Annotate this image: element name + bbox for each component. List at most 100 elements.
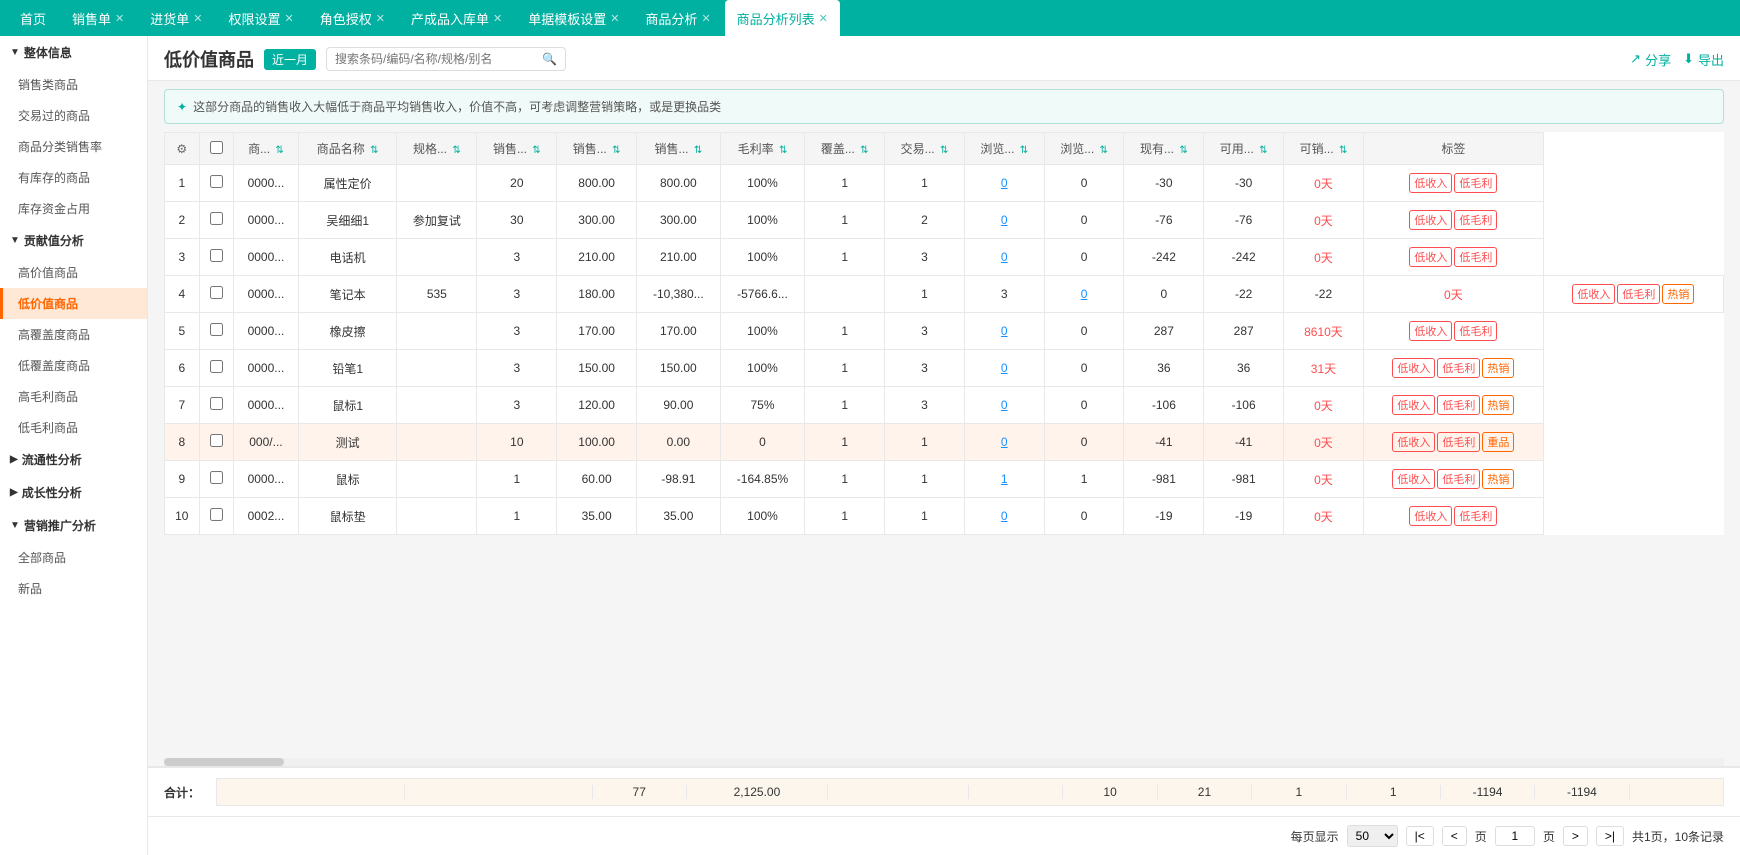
sidebar-item-low-margin[interactable]: 低毛利商品 — [0, 412, 147, 443]
nav-purchase[interactable]: 进货单 ✕ — [138, 0, 214, 36]
browse1-link[interactable]: 0 — [1081, 287, 1088, 301]
last-page-button[interactable]: >| — [1596, 826, 1624, 846]
nav-home[interactable]: 首页 — [8, 0, 58, 36]
cell-num: 9 — [165, 461, 200, 498]
page-number-input[interactable] — [1495, 826, 1535, 846]
cell-checkbox[interactable] — [199, 276, 233, 313]
cell-days: 0天 — [1284, 498, 1364, 535]
sidebar-item-stocked-goods[interactable]: 有库存的商品 — [0, 162, 147, 193]
sidebar-item-sales-goods[interactable]: 销售类商品 — [0, 69, 147, 100]
cell-current-stock: -981 — [1124, 461, 1204, 498]
prev-page-button[interactable]: < — [1442, 826, 1467, 846]
sidebar-item-high-coverage[interactable]: 高覆盖度商品 — [0, 319, 147, 350]
nav-close-template[interactable]: ✕ — [610, 12, 619, 25]
sidebar-item-low-coverage[interactable]: 低覆盖度商品 — [0, 350, 147, 381]
sidebar-section-overview[interactable]: ▼ 整体信息 — [0, 36, 147, 69]
col-settings[interactable]: ⚙ — [165, 133, 200, 165]
row-checkbox[interactable] — [210, 249, 223, 262]
browse1-link[interactable]: 0 — [1001, 250, 1008, 264]
search-icon[interactable]: 🔍 — [542, 52, 557, 66]
per-page-select[interactable]: 50 100 200 — [1347, 825, 1398, 847]
col-sellable: 可销... ⇅ — [1284, 133, 1364, 165]
nav-role-auth[interactable]: 角色授权 ✕ — [308, 0, 397, 36]
cell-checkbox[interactable] — [199, 498, 233, 535]
browse1-link[interactable]: 1 — [1001, 472, 1008, 486]
period-badge[interactable]: 近一月 — [264, 49, 316, 70]
nav-warehouse[interactable]: 产成品入库单 ✕ — [399, 0, 514, 36]
nav-template[interactable]: 单据模板设置 ✕ — [516, 0, 631, 36]
share-icon: ↗ — [1630, 51, 1641, 67]
row-checkbox[interactable] — [210, 508, 223, 521]
browse1-link[interactable]: 0 — [1001, 324, 1008, 338]
col-checkbox[interactable] — [199, 133, 233, 165]
cell-checkbox[interactable] — [199, 424, 233, 461]
table-row: 10 0002... 鼠标垫 1 35.00 35.00 100% 1 1 0 … — [165, 498, 1724, 535]
row-checkbox[interactable] — [210, 360, 223, 373]
cell-checkbox[interactable] — [199, 350, 233, 387]
browse1-link[interactable]: 0 — [1001, 509, 1008, 523]
nav-close-goods-list[interactable]: ✕ — [819, 12, 828, 25]
nav-close-sales[interactable]: ✕ — [115, 12, 124, 25]
browse1-link[interactable]: 0 — [1001, 213, 1008, 227]
cell-checkbox[interactable] — [199, 239, 233, 276]
cell-browse1: 0 — [964, 165, 1044, 202]
table-row: 6 0000... 铅笔1 3 150.00 150.00 100% 1 3 0… — [165, 350, 1724, 387]
nav-close-purchase[interactable]: ✕ — [193, 12, 202, 25]
nav-close-role-auth[interactable]: ✕ — [376, 12, 385, 25]
share-button[interactable]: ↗ 分享 — [1630, 50, 1671, 69]
scrollbar-thumb[interactable] — [164, 758, 284, 766]
row-checkbox[interactable] — [210, 212, 223, 225]
sidebar-item-traded-goods[interactable]: 交易过的商品 — [0, 100, 147, 131]
horizontal-scrollbar[interactable] — [164, 758, 1724, 766]
cell-checkbox[interactable] — [199, 461, 233, 498]
sidebar-item-stock-capital[interactable]: 库存资金占用 — [0, 193, 147, 224]
sidebar-section-marketing[interactable]: ▼ 营销推广分析 — [0, 509, 147, 542]
nav-close-goods-analysis[interactable]: ✕ — [701, 12, 710, 25]
nav-goods-list[interactable]: 商品分析列表 ✕ — [725, 0, 840, 36]
search-box[interactable]: 🔍 — [326, 47, 566, 71]
settings-icon[interactable]: ⚙ — [176, 142, 187, 156]
browse1-link[interactable]: 0 — [1001, 398, 1008, 412]
select-all-checkbox[interactable] — [210, 141, 223, 154]
sidebar-item-new-goods[interactable]: 新品 — [0, 573, 147, 604]
sidebar-section-liquidity[interactable]: ▶ 流通性分析 — [0, 443, 147, 476]
sidebar-item-high-margin[interactable]: 高毛利商品 — [0, 381, 147, 412]
row-checkbox[interactable] — [210, 175, 223, 188]
browse1-link[interactable]: 0 — [1001, 176, 1008, 190]
sidebar: ▼ 整体信息 销售类商品 交易过的商品 商品分类销售率 有库存的商品 库存资金占… — [0, 36, 148, 855]
sidebar-section-contribution[interactable]: ▼ 贡献值分析 — [0, 224, 147, 257]
cell-sales-gross: 170.00 — [637, 313, 721, 350]
browse1-link[interactable]: 0 — [1001, 435, 1008, 449]
first-page-button[interactable]: |< — [1406, 826, 1434, 846]
row-checkbox[interactable] — [210, 323, 223, 336]
tag-label: 低毛利 — [1454, 506, 1497, 526]
sidebar-item-high-value[interactable]: 高价值商品 — [0, 257, 147, 288]
cell-checkbox[interactable] — [199, 387, 233, 424]
search-input[interactable] — [335, 52, 538, 66]
browse1-link[interactable]: 0 — [1001, 361, 1008, 375]
cell-spec — [397, 424, 477, 461]
nav-close-permissions[interactable]: ✕ — [285, 12, 294, 25]
nav-goods-analysis[interactable]: 商品分析 ✕ — [633, 0, 722, 36]
total-empty1 — [217, 785, 405, 799]
cell-browse2: 0 — [1044, 350, 1124, 387]
nav-permissions[interactable]: 权限设置 ✕ — [216, 0, 305, 36]
export-button[interactable]: ⬇ 导出 — [1683, 50, 1724, 69]
row-checkbox[interactable] — [210, 471, 223, 484]
cell-gross-rate: 75% — [720, 387, 805, 424]
row-checkbox[interactable] — [210, 286, 223, 299]
tag-label: 热销 — [1482, 358, 1514, 378]
cell-checkbox[interactable] — [199, 202, 233, 239]
sidebar-item-category-sales-rate[interactable]: 商品分类销售率 — [0, 131, 147, 162]
cell-checkbox[interactable] — [199, 313, 233, 350]
cell-checkbox[interactable] — [199, 165, 233, 202]
tag-label: 低毛利 — [1454, 247, 1497, 267]
sidebar-item-low-value[interactable]: 低价值商品 — [0, 288, 147, 319]
sidebar-section-growth[interactable]: ▶ 成长性分析 — [0, 476, 147, 509]
row-checkbox[interactable] — [210, 434, 223, 447]
next-page-button[interactable]: > — [1563, 826, 1588, 846]
row-checkbox[interactable] — [210, 397, 223, 410]
nav-close-warehouse[interactable]: ✕ — [493, 12, 502, 25]
nav-sales[interactable]: 销售单 ✕ — [60, 0, 136, 36]
sidebar-item-all-goods[interactable]: 全部商品 — [0, 542, 147, 573]
